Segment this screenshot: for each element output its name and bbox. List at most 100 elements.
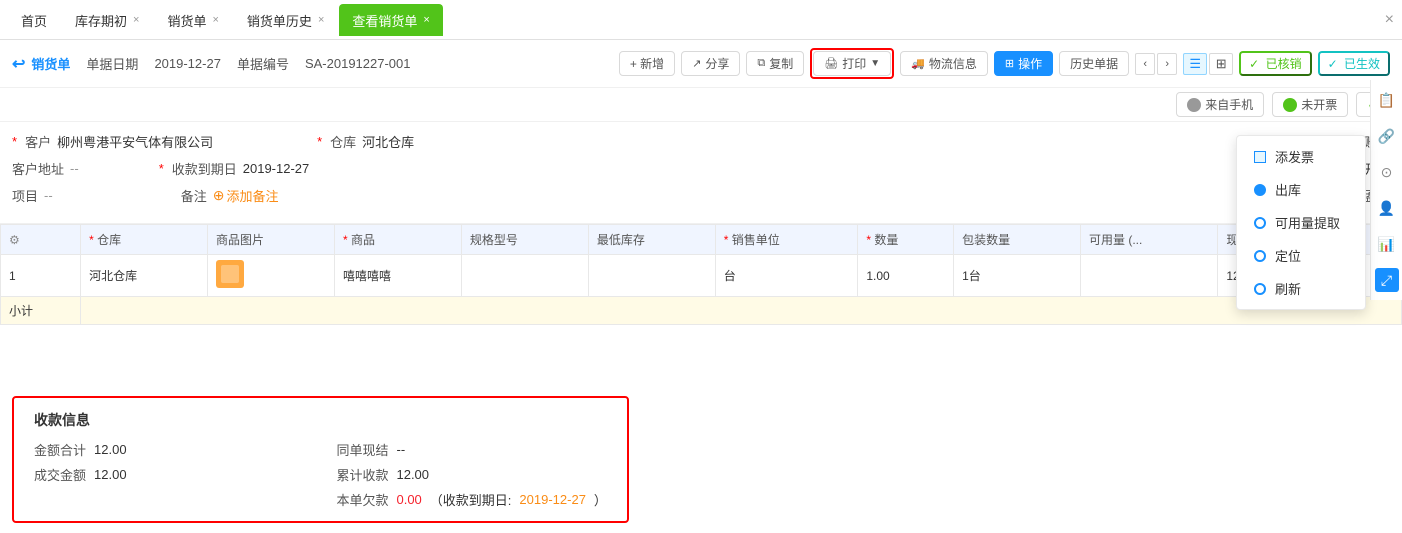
sidebar-icon-2[interactable]: 🔗 bbox=[1375, 124, 1399, 148]
row-available bbox=[1081, 255, 1218, 297]
already-cancelled-button[interactable]: ✓ 已核销 bbox=[1239, 51, 1311, 76]
sidebar-icon-4[interactable]: 👤 bbox=[1375, 196, 1399, 220]
tab-check-sales[interactable]: 查看销货单 × bbox=[339, 4, 442, 36]
available-qty-item[interactable]: 可用量提取 bbox=[1237, 206, 1365, 239]
owed-row bbox=[34, 490, 304, 509]
owed-end: ） bbox=[594, 490, 607, 509]
tab-inventory[interactable]: 库存期初 × bbox=[62, 4, 152, 36]
already-effective-button[interactable]: ✓ 已生效 bbox=[1318, 51, 1390, 76]
tab-history[interactable]: 销货单历史 × bbox=[234, 4, 337, 36]
right-sidebar: 📋 🔗 ⊙ 👤 📊 ⤢ bbox=[1370, 80, 1402, 300]
sidebar-icon-5[interactable]: 📊 bbox=[1375, 232, 1399, 256]
tab-check-sales-close[interactable]: × bbox=[423, 14, 429, 26]
tab-history-close[interactable]: × bbox=[318, 14, 324, 26]
warehouse-label: 仓库 bbox=[330, 132, 356, 151]
doc-meta: 单据日期 2019-12-27 单据编号 SA-20191227-001 bbox=[86, 54, 410, 73]
customer-label: 客户 bbox=[25, 132, 51, 151]
owed-label: 本单欠款 bbox=[336, 490, 388, 509]
row-warehouse: 河北仓库 bbox=[81, 255, 208, 297]
total-amount-row: 金额合计 12.00 bbox=[34, 440, 304, 459]
same-order-value: -- bbox=[396, 442, 405, 457]
locate-item[interactable]: 定位 bbox=[1237, 239, 1365, 272]
list-view-button[interactable]: ☰ bbox=[1183, 53, 1207, 75]
available-qty-icon bbox=[1253, 216, 1267, 230]
subtotal-cells bbox=[81, 297, 1402, 325]
project-field: 项目 -- bbox=[12, 186, 53, 205]
subtotal-row: 小计 bbox=[1, 297, 1402, 325]
tab-home-label: 首页 bbox=[21, 11, 47, 30]
transaction-amount-row: 成交金额 12.00 bbox=[34, 465, 304, 484]
copy-button[interactable]: ⧉ 复制 bbox=[746, 51, 804, 76]
toolbar-row: 来自手机 未开票 ✓ bbox=[0, 88, 1402, 122]
row-pack-qty: 1台 bbox=[954, 255, 1081, 297]
subtotal-label: 小计 bbox=[1, 297, 81, 325]
number-label: 单据编号 bbox=[237, 54, 289, 73]
not-opened-button[interactable]: 未开票 bbox=[1272, 92, 1348, 117]
history-label: 历史单据 bbox=[1070, 55, 1118, 72]
grid-view-button[interactable]: ⊞ bbox=[1209, 53, 1233, 75]
copy-label: 复制 bbox=[769, 55, 793, 72]
prev-button[interactable]: ‹ bbox=[1135, 53, 1155, 75]
refresh-item[interactable]: 刷新 bbox=[1237, 272, 1365, 305]
customer-addr-field: 客户地址 -- bbox=[12, 159, 79, 178]
already-cancelled-label: 已核销 bbox=[1266, 57, 1302, 71]
row-min-stock bbox=[588, 255, 715, 297]
share-button[interactable]: ↗ 分享 bbox=[681, 51, 740, 76]
product-table-wrapper: ⚙ * 仓库 商品图片 * 商品 规格型号 最低库存 * 销售单位 * 数量 包… bbox=[0, 224, 1402, 386]
sidebar-icon-3[interactable]: ⊙ bbox=[1375, 160, 1399, 184]
outbound-item[interactable]: 出库 bbox=[1237, 173, 1365, 206]
customer-value: 柳州粤港平安气体有限公司 bbox=[57, 132, 213, 151]
date-value: 2019-12-27 bbox=[154, 56, 221, 71]
sidebar-icon-6[interactable]: ⤢ bbox=[1375, 268, 1399, 292]
from-phone-button[interactable]: 来自手机 bbox=[1176, 92, 1264, 117]
row-sales-unit: 台 bbox=[715, 255, 858, 297]
warehouse-field: * 仓库 河北仓库 bbox=[317, 132, 414, 151]
tab-inventory-label: 库存期初 bbox=[75, 11, 127, 30]
tab-home[interactable]: 首页 bbox=[8, 4, 60, 36]
tab-sales[interactable]: 销货单 × bbox=[154, 4, 231, 36]
transaction-label: 成交金额 bbox=[34, 465, 86, 484]
share-label: 分享 bbox=[705, 55, 729, 72]
row-spec bbox=[461, 255, 588, 297]
col-product: * 商品 bbox=[334, 225, 461, 255]
col-settings[interactable]: ⚙ bbox=[1, 225, 81, 255]
print-button[interactable]: 🖨 打印 ▼ bbox=[813, 51, 891, 76]
warehouse-value: 河北仓库 bbox=[362, 132, 414, 151]
operation-button[interactable]: ⊞ 操作 bbox=[994, 51, 1053, 76]
total-amount-value: 12.00 bbox=[94, 442, 127, 457]
number-value: SA-20191227-001 bbox=[305, 56, 411, 71]
operation-dropdown: 添发票 出库 可用量提取 定位 刷新 bbox=[1236, 135, 1366, 310]
settings-icon[interactable]: ⚙ bbox=[9, 233, 20, 247]
col-product-img: 商品图片 bbox=[208, 225, 335, 255]
close-window-button[interactable]: × bbox=[1385, 11, 1394, 29]
cumulative-value: 12.00 bbox=[396, 467, 429, 482]
payment-info: 收款信息 金额合计 12.00 同单现结 -- 成交金额 12.00 bbox=[12, 396, 629, 523]
from-phone-label: 来自手机 bbox=[1205, 96, 1253, 113]
next-button[interactable]: › bbox=[1157, 53, 1177, 75]
outbound-icon bbox=[1253, 183, 1267, 197]
transaction-value: 12.00 bbox=[94, 467, 127, 482]
doc-title-text: 销货单 bbox=[31, 54, 70, 73]
col-sales-unit: * 销售单位 bbox=[715, 225, 858, 255]
product-table: ⚙ * 仓库 商品图片 * 商品 规格型号 最低库存 * 销售单位 * 数量 包… bbox=[0, 224, 1402, 325]
add-remark-label: 添加备注 bbox=[226, 186, 278, 205]
col-quantity: * 数量 bbox=[858, 225, 954, 255]
form-area: * 客户 柳州粤港平安气体有限公司 * 仓库 河北仓库 业务员 演示账号 客户地… bbox=[0, 122, 1402, 224]
tab-sales-close[interactable]: × bbox=[212, 14, 218, 26]
print-label: 打印 bbox=[842, 55, 866, 72]
payment-date-value: 2019-12-27 bbox=[243, 161, 310, 176]
locate-icon bbox=[1253, 249, 1267, 263]
payment-info-title: 收款信息 bbox=[34, 410, 607, 430]
tab-inventory-close[interactable]: × bbox=[133, 14, 139, 26]
add-remark-button[interactable]: ⊕ 添加备注 bbox=[213, 186, 279, 205]
locate-label: 定位 bbox=[1275, 246, 1301, 265]
new-button[interactable]: + 新增 bbox=[619, 51, 675, 76]
same-order-label: 同单现结 bbox=[336, 440, 388, 459]
sidebar-icon-1[interactable]: 📋 bbox=[1375, 88, 1399, 112]
history-button[interactable]: 历史单据 bbox=[1059, 51, 1129, 76]
add-invoice-item[interactable]: 添发票 bbox=[1237, 140, 1365, 173]
date-label: 单据日期 bbox=[86, 54, 138, 73]
print-dropdown-arrow[interactable]: ▼ bbox=[870, 58, 880, 69]
cumulative-label: 累计收款 bbox=[336, 465, 388, 484]
logistics-button[interactable]: 🚚 物流信息 bbox=[900, 51, 988, 76]
